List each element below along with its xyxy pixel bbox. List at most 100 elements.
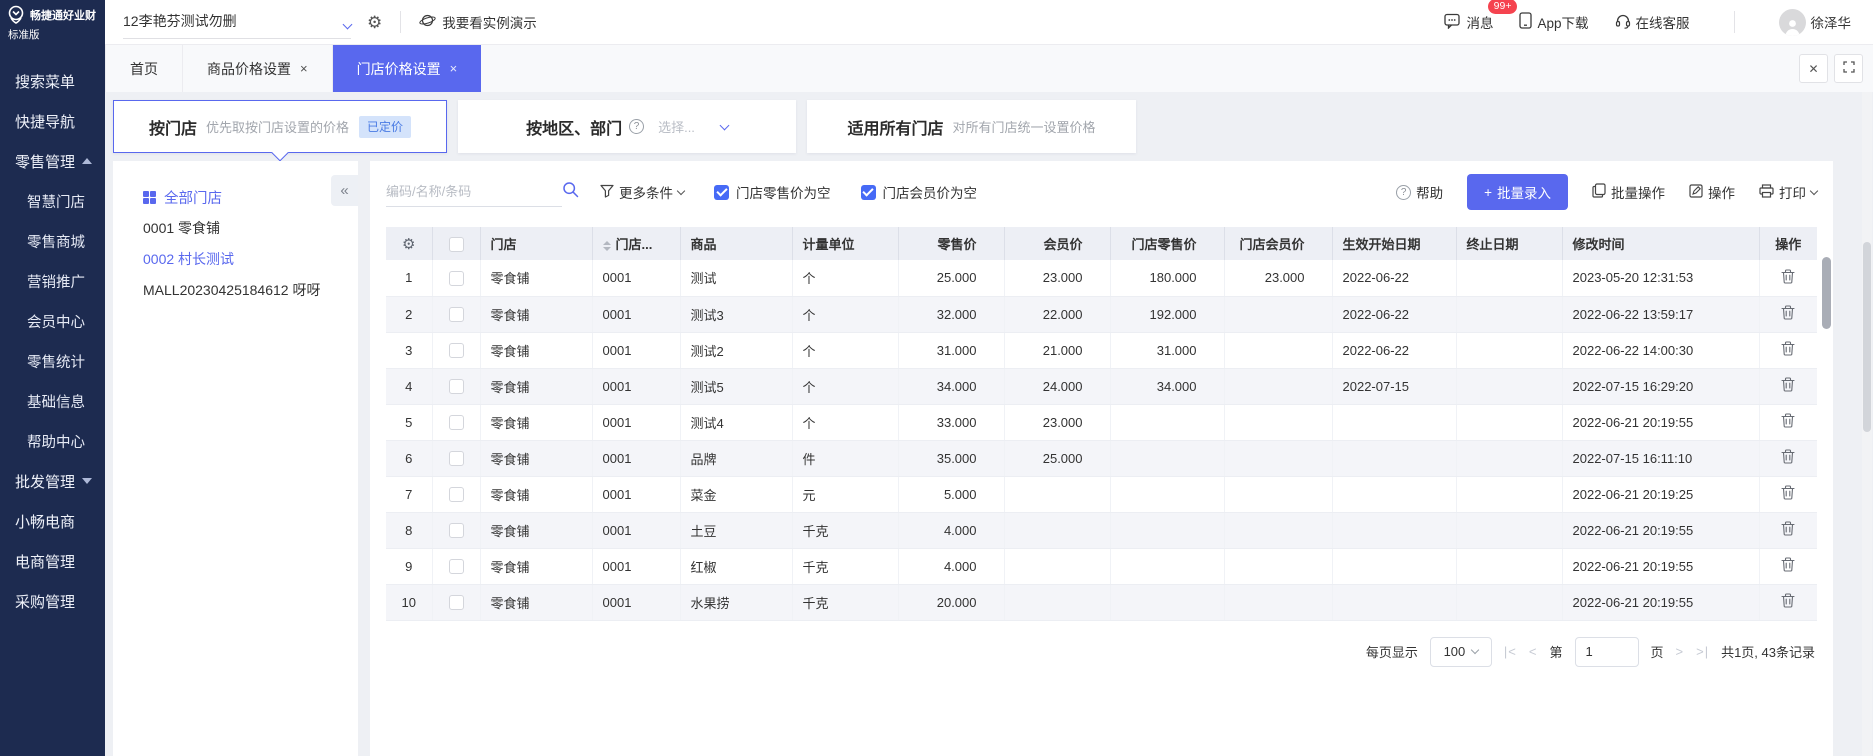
table-row[interactable]: 1 零食铺 0001 测试个 25.000 23.000 180.000 23.000 2022… — [386, 260, 1817, 297]
sidebar-item[interactable]: 零售统计 — [0, 341, 105, 381]
tab-close-icon[interactable]: × — [300, 61, 308, 76]
page-number-input[interactable] — [1574, 636, 1639, 667]
help-button[interactable]: ? 帮助 — [1396, 182, 1443, 202]
table-row[interactable]: 10 零食铺 0001 水果捞 千克 20.000 2022-06-21 20:19:55 — [386, 584, 1817, 621]
delete-icon[interactable] — [1781, 305, 1795, 320]
delete-icon[interactable] — [1781, 341, 1795, 356]
collapse-panel-button[interactable]: « — [331, 175, 358, 206]
app-download-button[interactable]: App下载 — [1519, 12, 1589, 32]
tab[interactable]: 首页 — [105, 45, 183, 92]
table-row[interactable]: 2 零食铺 0001 测试3 个 32.000 22.000 192.000 2022-06-2… — [386, 296, 1817, 333]
tab[interactable]: 商品价格设置 × — [183, 45, 333, 92]
prev-page-button[interactable]: < — [1529, 644, 1538, 659]
sidebar-item[interactable]: 零售管理 — [0, 141, 105, 181]
table-row[interactable]: 7 零食铺 0001 菜金元 5.000 2022-06-21 20:19:25 — [386, 476, 1817, 513]
cell-retail: 34.000 — [898, 368, 1005, 405]
delete-icon[interactable] — [1781, 413, 1795, 428]
table-row[interactable]: 6 零食铺 0001 品牌件 35.000 25.000 2022-07-15 16:11:… — [386, 440, 1817, 477]
tab[interactable]: 门店价格设置 × — [332, 45, 482, 92]
page-scrollbar[interactable] — [1862, 92, 1872, 756]
sidebar-item[interactable]: 采购管理 — [0, 581, 105, 621]
cell-store_member — [1224, 476, 1333, 513]
table-row[interactable]: 4 零食铺 0001 测试5 个 34.000 24.000 34.000 2022-07-15… — [386, 368, 1817, 405]
settings-gear-icon[interactable]: ⚙ — [367, 14, 382, 31]
delete-icon[interactable] — [1781, 269, 1795, 284]
row-checkbox[interactable] — [448, 487, 464, 503]
table-row[interactable]: 8 零食铺 0001 土豆 千克 4.000 2022-06-21 20:19:55 — [386, 512, 1817, 549]
delete-icon[interactable] — [1781, 521, 1795, 536]
demo-link[interactable]: 我要看实例演示 — [419, 12, 537, 32]
row-checkbox[interactable] — [448, 343, 464, 359]
sidebar-item[interactable]: 会员中心 — [0, 301, 105, 341]
row-checkbox[interactable] — [448, 559, 464, 575]
tab-close-icon[interactable]: × — [450, 61, 458, 76]
row-checkbox[interactable] — [448, 415, 464, 431]
row-checkbox[interactable] — [448, 451, 464, 467]
table-row[interactable]: 3 零食铺 0001 测试2 个 31.000 21.000 31.000 2022-06-22… — [386, 332, 1817, 369]
sidebar-item[interactable]: 零售商城 — [0, 221, 105, 261]
row-checkbox[interactable] — [448, 270, 464, 286]
fullscreen-button[interactable] — [1834, 54, 1863, 83]
delete-icon[interactable] — [1781, 557, 1795, 572]
close-page-button[interactable]: ✕ — [1799, 54, 1828, 83]
cell-store_retail: 31.000 — [1110, 332, 1225, 369]
messages-button[interactable]: 消息 99+ — [1444, 0, 1518, 32]
table-row[interactable]: 5 零食铺 0001 测试4 个 33.000 23.000 2022-06-21 20:19… — [386, 404, 1817, 441]
delete-icon[interactable] — [1781, 449, 1795, 464]
checkbox-store-member-empty[interactable]: 门店会员价为空 — [860, 182, 977, 202]
user-menu[interactable]: 徐泽华 — [1778, 8, 1851, 36]
sidebar-item[interactable]: 电商管理 — [0, 541, 105, 581]
sidebar-item[interactable]: 快捷导航 — [0, 101, 105, 141]
batch-entry-button[interactable]: + 批量录入 — [1467, 174, 1568, 210]
online-service-button[interactable]: 在线客服 — [1615, 12, 1690, 32]
sidebar-item[interactable]: 搜索菜单 — [0, 61, 105, 101]
cell-code: 0001 — [592, 296, 681, 333]
tree-root-all-stores[interactable]: 全部门店 — [113, 181, 358, 213]
column-settings-gear[interactable]: ⚙ — [386, 227, 433, 260]
select-all-checkbox[interactable] — [432, 227, 481, 260]
region-select-placeholder[interactable]: 选择... — [658, 117, 695, 136]
tree-item[interactable]: MALL20230425184612 呀呀 — [113, 275, 358, 306]
company-select[interactable]: 12李艳芬测试勿删 — [123, 5, 353, 39]
sidebar-item[interactable]: 帮助中心 — [0, 421, 105, 461]
print-button[interactable]: 打印 — [1759, 182, 1819, 202]
search-icon[interactable] — [562, 181, 579, 203]
table-row[interactable]: 9 零食铺 0001 红椒 千克 4.000 2022-06-21 20:19:55 — [386, 548, 1817, 585]
search-input[interactable] — [386, 184, 562, 199]
delete-icon[interactable] — [1781, 377, 1795, 392]
tree-item[interactable]: 0002 村长测试 — [113, 244, 358, 275]
sidebar-item[interactable]: 营销推广 — [0, 261, 105, 301]
column-header[interactable]: 门店... — [592, 227, 681, 260]
sidebar-item[interactable]: 基础信息 — [0, 381, 105, 421]
delete-icon[interactable] — [1781, 593, 1795, 608]
column-header-label: 操作 — [1775, 237, 1802, 252]
per-page-select[interactable]: 100 — [1429, 636, 1492, 667]
sidebar-item[interactable]: 智慧门店 — [0, 181, 105, 221]
row-checkbox[interactable] — [448, 307, 464, 323]
next-page-button[interactable]: > — [1676, 644, 1685, 659]
page-scrollbar-thumb[interactable] — [1863, 242, 1871, 432]
cell-checkbox — [432, 296, 481, 333]
row-checkbox[interactable] — [448, 595, 464, 611]
row-checkbox[interactable] — [448, 523, 464, 539]
table-scrollbar-thumb[interactable] — [1822, 257, 1831, 329]
operations-button[interactable]: 操作 — [1689, 182, 1735, 202]
cell-start — [1332, 584, 1457, 621]
more-filters-button[interactable]: 更多条件 — [600, 182, 686, 202]
tree-item[interactable]: 0001 零食铺 — [113, 213, 358, 244]
sidebar-item[interactable]: 小畅电商 — [0, 501, 105, 541]
app-edition: 标准版 — [8, 29, 40, 41]
cell-store_retail — [1110, 548, 1225, 585]
delete-icon[interactable] — [1781, 485, 1795, 500]
price-mode-by-store[interactable]: 按门店 优先取按门店设置的价格 已定价 — [113, 100, 447, 162]
first-page-button[interactable]: |< — [1504, 644, 1517, 659]
price-mode-by-region[interactable]: 按地区、部门 ? 选择... — [458, 100, 796, 153]
checkbox-store-retail-empty[interactable]: 门店零售价为空 — [714, 182, 831, 202]
batch-operations-button[interactable]: 批量操作 — [1592, 182, 1665, 202]
cell-action — [1759, 476, 1817, 513]
cell-action — [1759, 260, 1817, 297]
row-checkbox[interactable] — [448, 379, 464, 395]
last-page-button[interactable]: >| — [1696, 644, 1709, 659]
price-mode-all-stores[interactable]: 适用所有门店 对所有门店统一设置价格 — [807, 100, 1136, 153]
sidebar-item[interactable]: 批发管理 — [0, 461, 105, 501]
